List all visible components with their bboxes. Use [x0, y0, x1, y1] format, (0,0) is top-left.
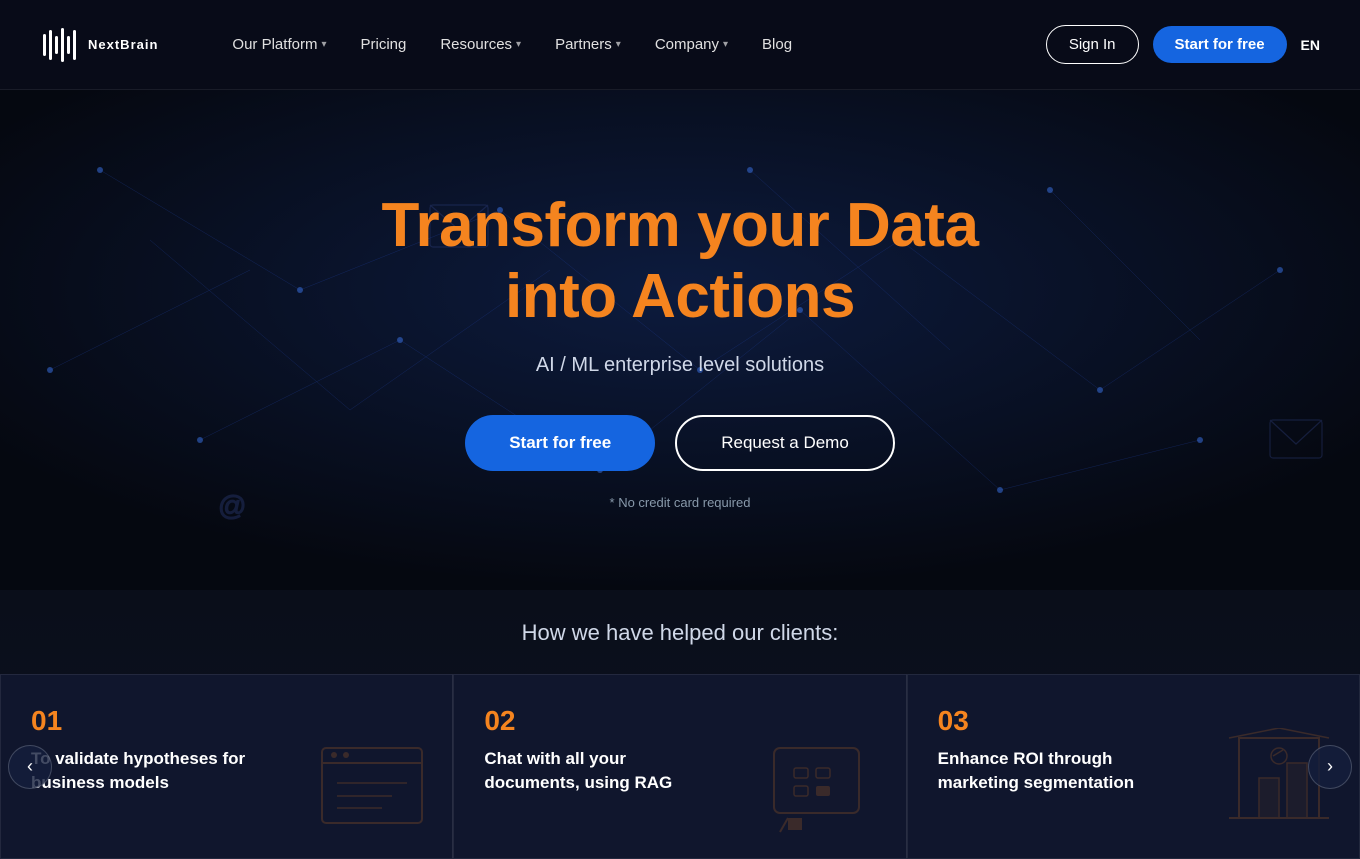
logo-icon: NextBrain — [40, 24, 82, 66]
nav-actions: Sign In Start for free EN — [1046, 25, 1320, 64]
start-free-hero-button[interactable]: Start for free — [465, 415, 655, 471]
nav-item-resources[interactable]: Resources▾ — [426, 28, 535, 61]
nav-links: Our Platform▾PricingResources▾Partners▾C… — [218, 28, 1045, 61]
card-text-2: Chat with all your documents, using RAG — [484, 747, 704, 795]
hero-title: Transform your Data into Actions — [382, 190, 979, 333]
logo-text: NextBrain — [88, 37, 158, 53]
hero-content: Transform your Data into Actions AI / ML… — [382, 190, 979, 511]
svg-text:@: @ — [218, 490, 246, 521]
start-free-nav-button[interactable]: Start for free — [1153, 26, 1287, 63]
clients-title: How we have helped our clients: — [0, 620, 1360, 646]
hero-section: @ Transform your Data into Actions AI / … — [0, 90, 1360, 590]
nav-item-partners[interactable]: Partners▾ — [541, 28, 635, 61]
card-text-1: To validate hypotheses for business mode… — [31, 747, 251, 795]
nav-item-company[interactable]: Company▾ — [641, 28, 742, 61]
nav-arrow-2: ▾ — [516, 39, 521, 50]
client-card-1: 01 To validate hypotheses for business m… — [0, 674, 453, 859]
nav-item-our-platform[interactable]: Our Platform▾ — [218, 28, 340, 61]
nav-arrow-3: ▾ — [616, 39, 621, 50]
clients-section: How we have helped our clients: ‹ 01 To … — [0, 590, 1360, 859]
hero-subtitle: AI / ML enterprise level solutions — [536, 354, 824, 377]
request-demo-button[interactable]: Request a Demo — [675, 415, 895, 471]
nav-arrow-4: ▾ — [723, 39, 728, 50]
card-text-3: Enhance ROI through marketing segmentati… — [938, 747, 1158, 795]
language-selector[interactable]: EN — [1301, 37, 1320, 53]
client-card-2: 02 Chat with all your documents, using R… — [453, 674, 906, 859]
nav-arrow-0: ▾ — [321, 39, 326, 50]
nav-item-pricing[interactable]: Pricing — [346, 28, 420, 61]
cards-container: 01 To validate hypotheses for business m… — [0, 674, 1360, 859]
cards-row: ‹ 01 To validate hypotheses for business… — [0, 674, 1360, 859]
card-number-2: 02 — [484, 705, 875, 737]
logo[interactable]: NextBrain NextBrain — [40, 24, 158, 66]
navbar: NextBrain NextBrain Our Platform▾Pricing… — [0, 0, 1360, 90]
card-icon-1 — [312, 728, 432, 843]
sign-in-button[interactable]: Sign In — [1046, 25, 1139, 64]
next-card-button[interactable]: › — [1308, 745, 1352, 789]
prev-card-button[interactable]: ‹ — [8, 745, 52, 789]
no-credit-note: * No credit card required — [610, 495, 751, 510]
hero-buttons: Start for free Request a Demo — [465, 415, 895, 471]
card-icon-2 — [766, 738, 886, 843]
client-card-3: 03 Enhance ROI through marketing segment… — [907, 674, 1360, 859]
nav-item-blog[interactable]: Blog — [748, 28, 806, 61]
